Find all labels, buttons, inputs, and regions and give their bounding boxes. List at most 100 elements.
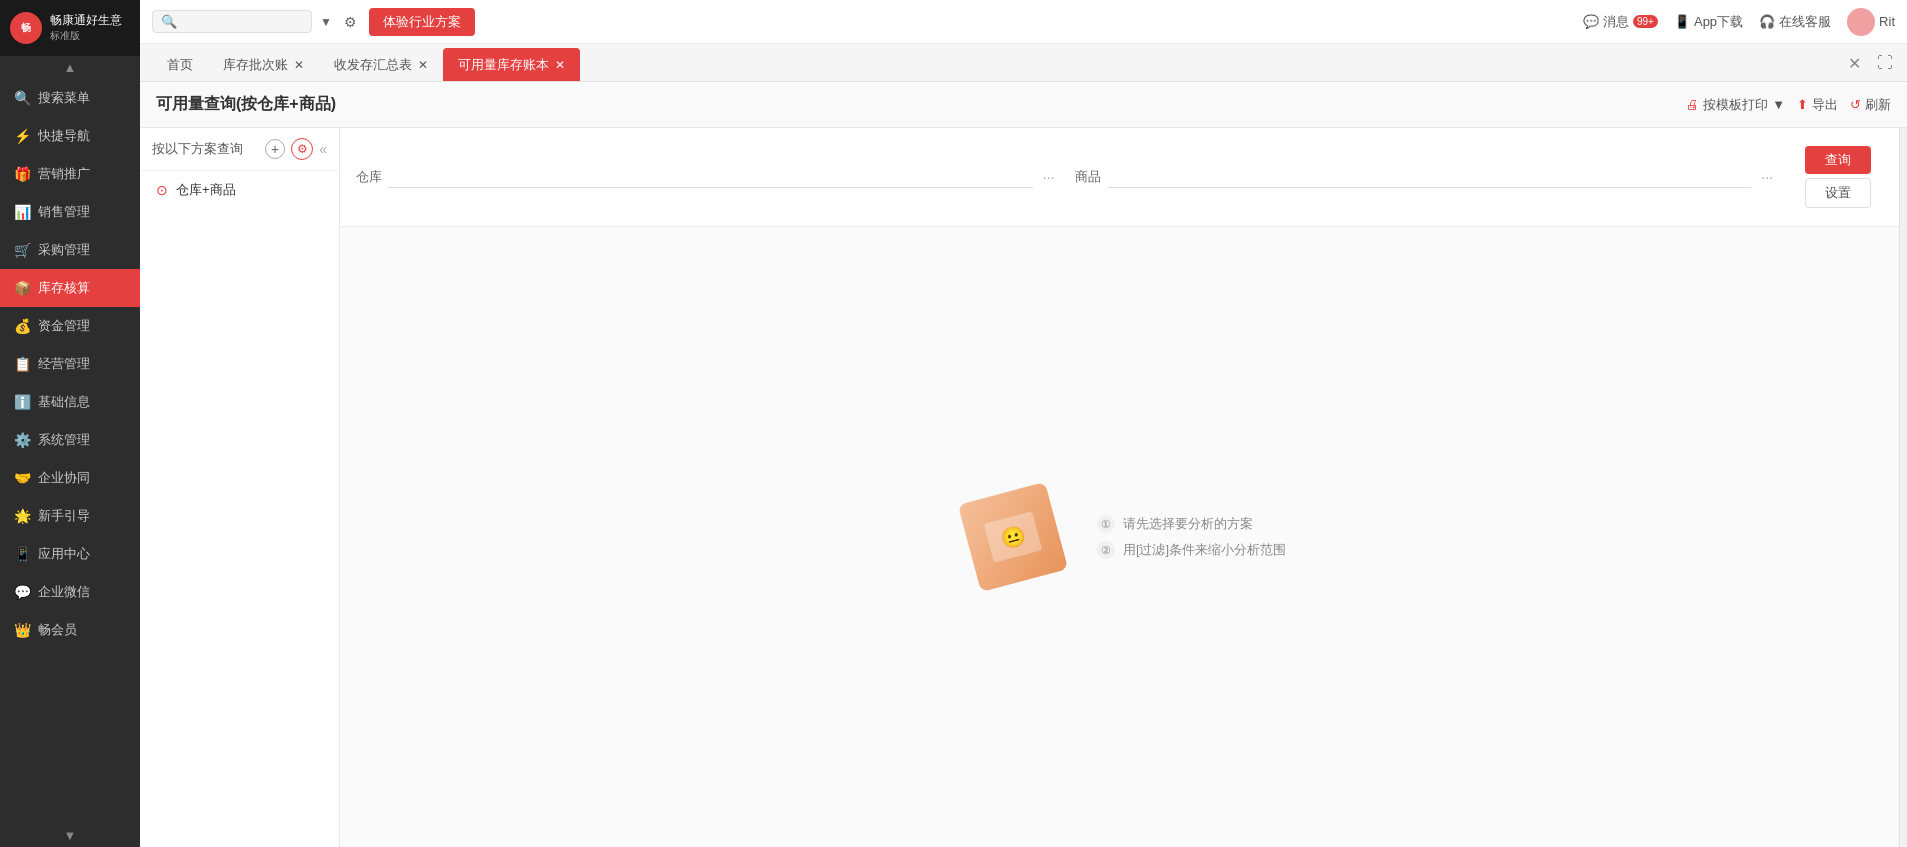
query-btn[interactable]: 查询 [1805, 146, 1871, 174]
query-filters-bar: 仓库 ··· 商品 ··· 查询 设置 [340, 128, 1899, 227]
empty-tips: ① 请先选择要分析的方案 ② 用[过滤]条件来缩小分析范围 [1097, 515, 1286, 559]
tab-batch-ledger[interactable]: 库存批次账 ✕ [208, 48, 319, 81]
trial-btn[interactable]: 体验行业方案 [369, 8, 475, 36]
filter-item-warehouse-product[interactable]: ⊙ 仓库+商品 [140, 171, 339, 209]
product-more-btn[interactable]: ··· [1757, 169, 1777, 185]
sidebar-item-purchase[interactable]: 🛒 采购管理 [0, 231, 140, 269]
sidebar-item-label-basics: 基础信息 [38, 393, 90, 411]
sidebar-item-icon-enterprise: 🤝 [14, 470, 30, 486]
sidebar-item-apps[interactable]: 📱 应用中心 [0, 535, 140, 573]
tab-stock-summary-close[interactable]: ✕ [418, 59, 428, 71]
print-dropdown-icon[interactable]: ▼ [1772, 97, 1785, 112]
sidebar-item-icon-marketing: 🎁 [14, 166, 30, 182]
sidebar: 畅 畅康通好生意 标准版 ▲ 🔍 搜索菜单 ⚡ 快捷导航 🎁 营销推广 📊 销售… [0, 0, 140, 847]
app-icon: 📱 [1674, 14, 1690, 29]
empty-illustration: 😐 [953, 477, 1073, 597]
sidebar-item-wechat[interactable]: 💬 企业微信 [0, 573, 140, 611]
filter-add-btn[interactable]: + [265, 139, 285, 159]
online-service-btn[interactable]: 🎧 在线客服 [1759, 13, 1831, 31]
message-label: 消息 [1603, 13, 1629, 31]
sidebar-item-members[interactable]: 👑 畅会员 [0, 611, 140, 649]
sidebar-item-label-system: 系统管理 [38, 431, 90, 449]
topbar-search-input[interactable] [181, 15, 301, 29]
sidebar-item-icon-guide: 🌟 [14, 508, 30, 524]
sidebar-item-operations[interactable]: 📋 经营管理 [0, 345, 140, 383]
sidebar-item-system[interactable]: ⚙️ 系统管理 [0, 421, 140, 459]
sidebar-item-sales[interactable]: 📊 销售管理 [0, 193, 140, 231]
page-header: 可用量查询(按仓库+商品) 🖨 按模板打印 ▼ ⬆ 导出 ↺ 刷新 [140, 82, 1907, 128]
sidebar-item-label-operations: 经营管理 [38, 355, 90, 373]
tab-close-all-btn[interactable]: ✕ [1842, 51, 1867, 74]
message-btn[interactable]: 💬 消息 99+ [1583, 13, 1658, 31]
sidebar-header: 畅 畅康通好生意 标准版 [0, 0, 140, 56]
sidebar-item-icon-finance: 💰 [14, 318, 30, 334]
sidebar-item-label-search: 搜索菜单 [38, 89, 90, 107]
refresh-btn[interactable]: ↺ 刷新 [1850, 96, 1891, 114]
sidebar-item-icon-operations: 📋 [14, 356, 30, 372]
settings-display-btn[interactable]: 设置 [1805, 178, 1871, 208]
print-icon: 🖨 [1686, 97, 1699, 112]
filter-panel-actions: + ⚙ « [265, 138, 327, 160]
topbar-right: 💬 消息 99+ 📱 App下载 🎧 在线客服 Rit [1583, 8, 1895, 36]
filter-item-icon: ⊙ [156, 182, 168, 198]
box-face: 😐 [984, 511, 1043, 563]
warehouse-input[interactable] [388, 166, 1033, 188]
sidebar-item-enterprise[interactable]: 🤝 企业协同 [0, 459, 140, 497]
sidebar-item-icon-search: 🔍 [14, 90, 30, 106]
filter-settings-btn[interactable]: ⚙ [291, 138, 313, 160]
filter-panel: 按以下方案查询 + ⚙ « ⊙ 仓库+商品 [140, 128, 340, 847]
print-btn[interactable]: 🖨 按模板打印 ▼ [1686, 96, 1785, 114]
export-btn[interactable]: ⬆ 导出 [1797, 96, 1838, 114]
sidebar-item-icon-wechat: 💬 [14, 584, 30, 600]
tab-available-ledger-close[interactable]: ✕ [555, 59, 565, 71]
sidebar-item-icon-inventory: 📦 [14, 280, 30, 296]
tab-home-label: 首页 [167, 56, 193, 74]
empty-state: 😐 ① 请先选择要分析的方案 ② 用[过滤]条件来缩小分析范围 [340, 227, 1899, 847]
content-area: 按以下方案查询 + ⚙ « ⊙ 仓库+商品 仓库 ··· [140, 128, 1907, 847]
right-scrollbar [1899, 128, 1907, 847]
tab-available-ledger-label: 可用量库存账本 [458, 56, 549, 74]
sidebar-item-guide[interactable]: 🌟 新手引导 [0, 497, 140, 535]
tabs-right-actions: ✕ ⛶ [1842, 51, 1899, 74]
app-download-label: App下载 [1694, 13, 1743, 31]
tab-stock-summary[interactable]: 收发存汇总表 ✕ [319, 48, 443, 81]
warehouse-more-btn[interactable]: ··· [1039, 169, 1059, 185]
product-label: 商品 [1075, 168, 1101, 186]
filter-collapse-btn[interactable]: « [319, 141, 327, 157]
app-title: 畅康通好生意 [50, 13, 122, 29]
app-logo: 畅 [10, 12, 42, 44]
sidebar-item-label-members: 畅会员 [38, 621, 77, 639]
warehouse-label: 仓库 [356, 168, 382, 186]
sidebar-item-label-enterprise: 企业协同 [38, 469, 90, 487]
sidebar-item-search[interactable]: 🔍 搜索菜单 [0, 79, 140, 117]
sidebar-item-inventory[interactable]: 📦 库存核算 [0, 269, 140, 307]
user-menu[interactable]: Rit [1847, 8, 1895, 36]
scroll-up-btn[interactable]: ▲ [0, 56, 140, 79]
sidebar-item-quick-nav[interactable]: ⚡ 快捷导航 [0, 117, 140, 155]
product-filter-group: 商品 ··· [1075, 166, 1778, 188]
sidebar-item-label-finance: 资金管理 [38, 317, 90, 335]
product-input[interactable] [1107, 166, 1752, 188]
sidebar-item-label-purchase: 采购管理 [38, 241, 90, 259]
tab-batch-ledger-close[interactable]: ✕ [294, 59, 304, 71]
tip-num-1: ① [1097, 515, 1115, 533]
sidebar-item-basics[interactable]: ℹ️ 基础信息 [0, 383, 140, 421]
query-area: 仓库 ··· 商品 ··· 查询 设置 😐 [340, 128, 1899, 847]
tab-available-ledger[interactable]: 可用量库存账本 ✕ [443, 48, 580, 81]
app-download-btn[interactable]: 📱 App下载 [1674, 13, 1743, 31]
sidebar-item-label-inventory: 库存核算 [38, 279, 90, 297]
scroll-down-btn[interactable]: ▼ [0, 824, 140, 847]
warehouse-filter-group: 仓库 ··· [356, 166, 1059, 188]
search-dropdown-btn[interactable]: ▼ [320, 15, 332, 29]
tab-maximize-btn[interactable]: ⛶ [1871, 51, 1899, 74]
settings-icon[interactable]: ⚙ [340, 10, 361, 34]
sidebar-item-finance[interactable]: 💰 资金管理 [0, 307, 140, 345]
sidebar-item-label-quick-nav: 快捷导航 [38, 127, 90, 145]
message-badge: 99+ [1633, 15, 1658, 28]
main-area: 🔍 ▼ ⚙ 体验行业方案 💬 消息 99+ 📱 App下载 🎧 在线客服 Rit [140, 0, 1907, 847]
tip-2-text: 用[过滤]条件来缩小分析范围 [1123, 541, 1286, 559]
filter-panel-title: 按以下方案查询 [152, 140, 243, 158]
sidebar-item-marketing[interactable]: 🎁 营销推广 [0, 155, 140, 193]
tab-home[interactable]: 首页 [152, 48, 208, 81]
refresh-label: 刷新 [1865, 96, 1891, 114]
